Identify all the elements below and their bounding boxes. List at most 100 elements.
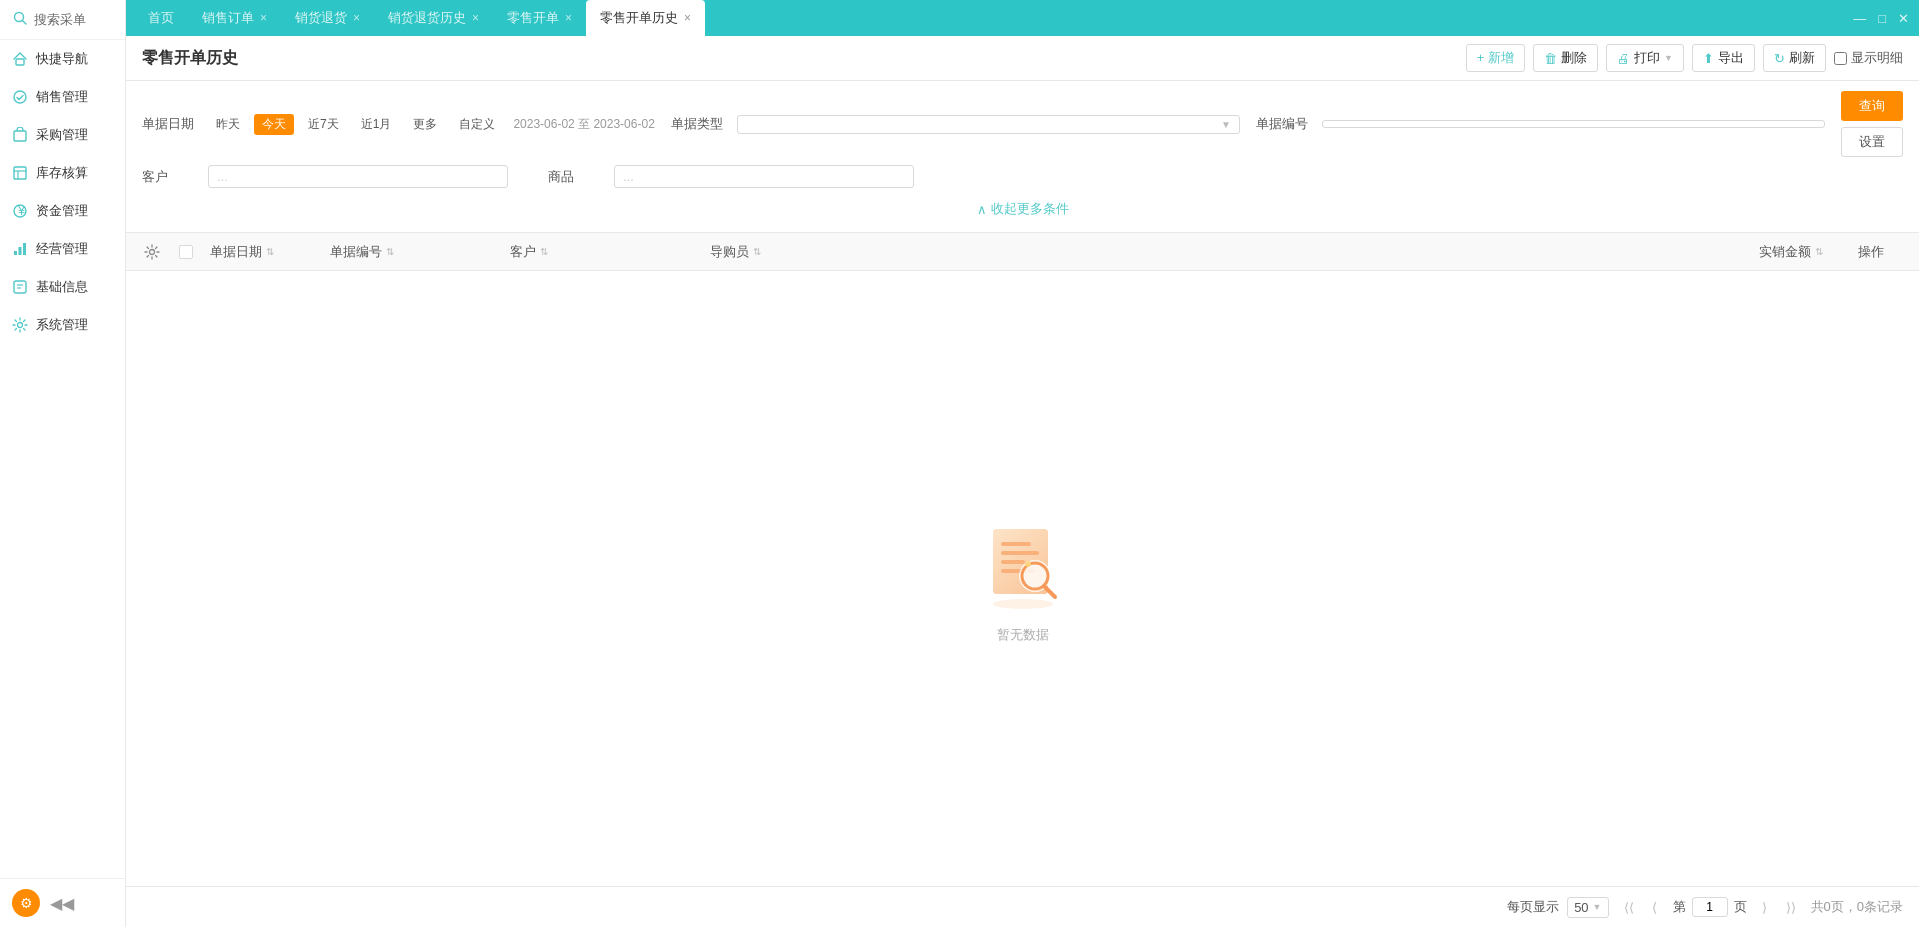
type-filter-label: 单据类型 [671,115,731,133]
main-content: 首页 销售订单 × 销货退货 × 销货退货历史 × 零售开单 × 零售开单历史 … [126,0,1919,927]
date-btn-custom[interactable]: 自定义 [451,114,503,135]
sidebar-item-operations[interactable]: 经营管理 [0,230,125,268]
tab-retail-open[interactable]: 零售开单 × [493,0,586,36]
filter-row-1: 单据日期 昨天 今天 近7天 近1月 更多 自定义 2023-06-02 至 2… [142,91,1903,157]
th-date[interactable]: 单据日期 ⇅ [202,243,322,261]
print-icon: 🖨 [1617,51,1630,66]
per-page-select[interactable]: 50 ▼ [1567,897,1608,918]
next-page-button[interactable]: ⟩ [1753,895,1777,919]
empty-state: 暂无数据 [126,271,1919,886]
sidebar-item-label: 资金管理 [36,202,88,220]
tab-sales-order[interactable]: 销售订单 × [188,0,281,36]
svg-point-16 [18,323,23,328]
svg-rect-4 [14,131,26,141]
goods-filter-placeholder: ... [623,169,634,184]
tabs-bar-right: — □ ✕ [1851,9,1911,28]
last-page-button[interactable]: ⟩⟩ [1779,895,1803,919]
current-page-input[interactable] [1692,897,1728,917]
export-label: 导出 [1718,49,1744,67]
refresh-label: 刷新 [1789,49,1815,67]
page-label-after: 页 [1734,898,1747,916]
tab-sales-order-close[interactable]: × [260,11,267,25]
tab-sales-return-history[interactable]: 销货退货历史 × [374,0,493,36]
delete-button[interactable]: 🗑 删除 [1533,44,1598,72]
sidebar-item-label: 销售管理 [36,88,88,106]
tab-home[interactable]: 首页 [134,0,188,36]
per-page-dropdown-icon: ▼ [1593,902,1602,912]
query-button[interactable]: 查询 [1841,91,1903,121]
th-action: 操作 [1831,243,1911,261]
client-filter-label: 客户 [142,168,202,186]
display-detail-checkbox-label[interactable]: 显示明细 [1834,49,1903,67]
svg-point-17 [150,249,155,254]
display-detail-checkbox[interactable] [1834,52,1847,65]
search-icon [12,10,28,29]
sidebar-item-inventory[interactable]: 库存核算 [0,154,125,192]
tab-sales-return-close[interactable]: × [353,11,360,25]
collapse-conditions-button[interactable]: ∧ 收起更多条件 [977,200,1069,218]
num-filter-input[interactable] [1322,120,1825,128]
sidebar: 搜索采单 快捷导航 销售管理 采购管理 库存核算 ¥ 资金管理 经 [0,0,126,927]
date-btn-7days[interactable]: 近7天 [300,114,347,135]
th-num-sort-icon: ⇅ [386,246,394,257]
svg-rect-13 [14,281,26,293]
goods-filter-input[interactable]: ... [614,165,914,188]
window-minimize-icon[interactable]: — [1851,9,1868,28]
tab-retail-open-label: 零售开单 [507,9,559,27]
table-settings-gear[interactable] [134,244,170,260]
th-amount[interactable]: 实销金额 ⇅ [1731,243,1831,261]
tab-retail-open-history-label: 零售开单历史 [600,9,678,27]
th-client-sort-icon: ⇅ [540,246,548,257]
first-page-button[interactable]: ⟨⟨ [1617,895,1641,919]
tab-retail-open-history[interactable]: 零售开单历史 × [586,0,705,36]
th-num[interactable]: 单据编号 ⇅ [322,243,502,261]
table-select-all-checkbox[interactable] [170,245,202,259]
tab-retail-open-close[interactable]: × [565,11,572,25]
empty-icon [973,514,1073,614]
sidebar-item-basic-info[interactable]: 基础信息 [0,268,125,306]
th-client[interactable]: 客户 ⇅ [502,243,702,261]
date-btn-yesterday[interactable]: 昨天 [208,114,248,135]
sidebar-item-label: 库存核算 [36,164,88,182]
print-label: 打印 [1634,49,1660,67]
sidebar-item-quick-nav[interactable]: 快捷导航 [0,40,125,78]
client-filter-input[interactable]: ... [208,165,508,188]
sidebar-collapse-button[interactable]: ◀◀ [48,889,76,917]
date-range-display: 2023-06-02 至 2023-06-02 [513,116,654,133]
svg-rect-2 [16,59,24,65]
svg-rect-22 [1001,551,1039,555]
tab-sales-return-history-close[interactable]: × [472,11,479,25]
sidebar-item-system[interactable]: 系统管理 [0,306,125,344]
th-guide[interactable]: 导购员 ⇅ [702,243,822,261]
tab-sales-return[interactable]: 销货退货 × [281,0,374,36]
window-close-icon[interactable]: ✕ [1896,9,1911,28]
settings-gear-button[interactable]: ⚙ [12,889,40,917]
refresh-button[interactable]: ↻ 刷新 [1763,44,1826,72]
date-filter-label: 单据日期 [142,115,202,133]
sidebar-item-capital[interactable]: ¥ 资金管理 [0,192,125,230]
sales-icon [12,89,28,105]
print-button[interactable]: 🖨 打印 ▼ [1606,44,1684,72]
add-button[interactable]: + 新增 [1466,44,1525,72]
date-btn-more[interactable]: 更多 [405,114,445,135]
sidebar-item-sales-mgmt[interactable]: 销售管理 [0,78,125,116]
date-btn-1month[interactable]: 近1月 [353,114,400,135]
tabs-bar: 首页 销售订单 × 销货退货 × 销货退货历史 × 零售开单 × 零售开单历史 … [126,0,1919,36]
page-label-before: 第 [1673,898,1686,916]
date-btn-today[interactable]: 今天 [254,114,294,135]
purchase-icon [12,127,28,143]
export-button[interactable]: ⬆ 导出 [1692,44,1755,72]
type-filter-select[interactable]: ▼ [737,115,1240,134]
sidebar-item-purchase-mgmt[interactable]: 采购管理 [0,116,125,154]
type-dropdown-icon: ▼ [1221,119,1231,130]
window-maximize-icon[interactable]: □ [1876,9,1888,28]
sidebar-item-label: 系统管理 [36,316,88,334]
sidebar-item-label: 基础信息 [36,278,88,296]
tab-retail-open-history-close[interactable]: × [684,11,691,25]
svg-rect-10 [14,251,17,255]
prev-page-button[interactable]: ⟨ [1643,895,1667,919]
sidebar-search[interactable]: 搜索采单 [0,0,125,40]
th-client-label: 客户 [510,243,536,261]
home-icon [12,51,28,67]
filter-settings-button[interactable]: 设置 [1841,127,1903,157]
